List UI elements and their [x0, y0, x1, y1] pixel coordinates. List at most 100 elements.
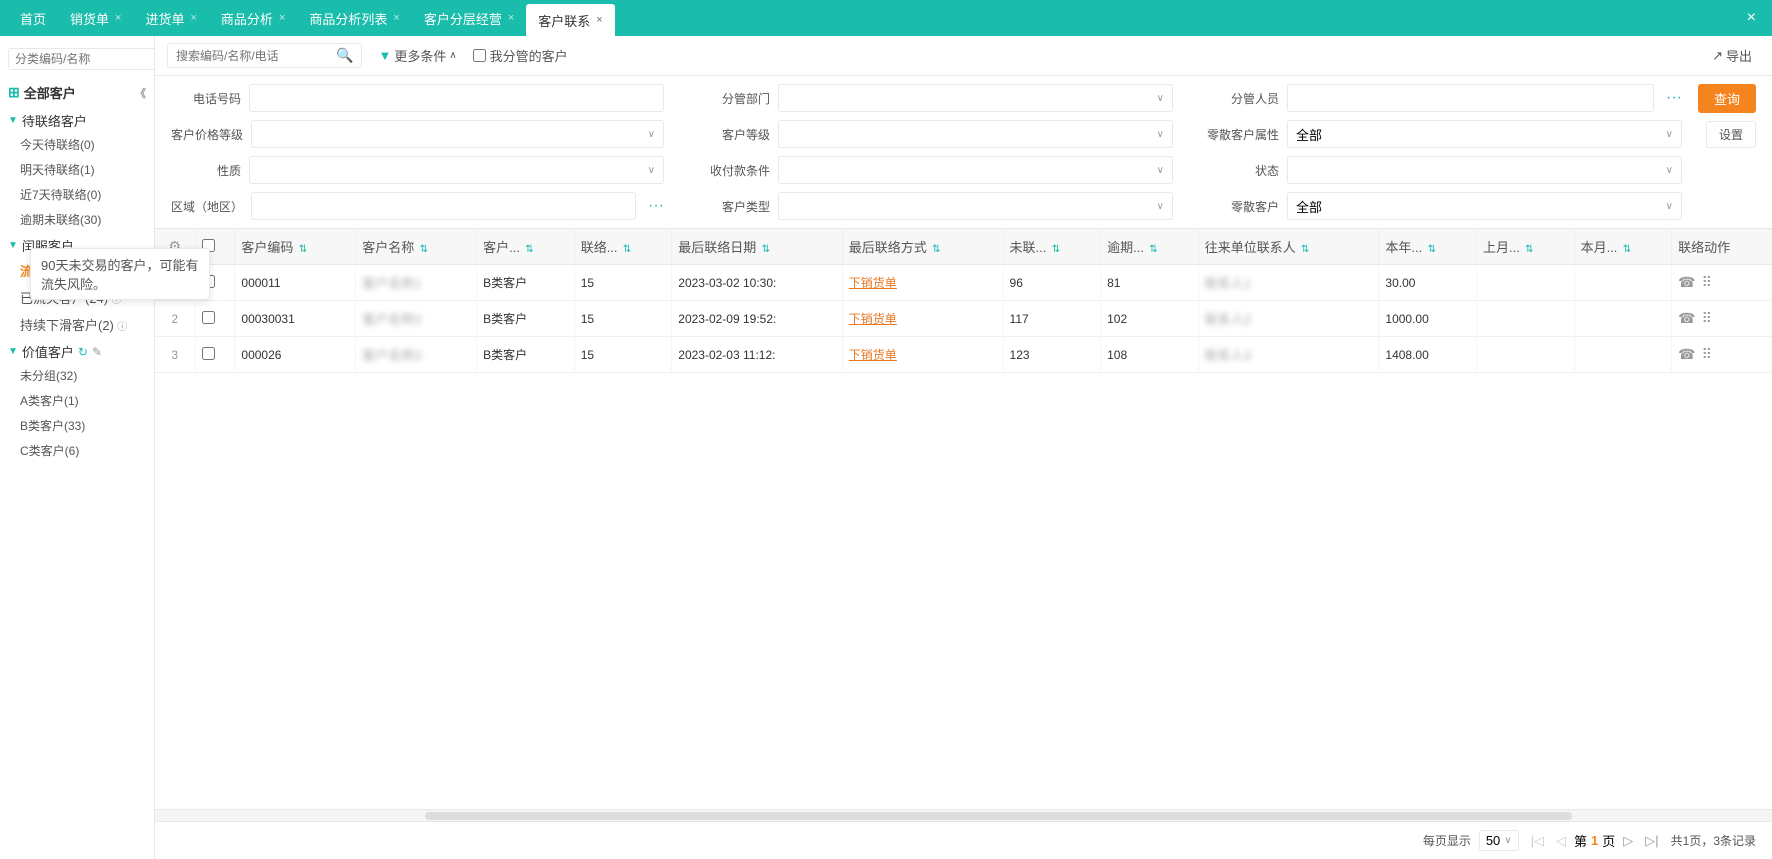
next-page-button[interactable]: ▷: [1619, 831, 1637, 851]
row-select-checkbox[interactable]: [202, 347, 215, 360]
horizontal-scrollbar[interactable]: [155, 809, 1772, 821]
sidebar-item-declining[interactable]: 持续下滑客户(2) ⓘ: [0, 311, 154, 338]
table-row: 1 000011 客户名称1 B类客户 15 2023-03-02 10:30:…: [155, 265, 1772, 301]
region-dots[interactable]: ···: [648, 197, 664, 215]
zero-attr-select[interactable]: 全部 ∨: [1287, 120, 1682, 148]
sidebar-item-today-pending[interactable]: 今天待联络(0): [0, 132, 154, 157]
row-contact: 15: [574, 337, 672, 373]
sidebar-item-tomorrow-pending[interactable]: 明天待联络(1): [0, 157, 154, 182]
nav-purchase-close[interactable]: ×: [190, 12, 196, 24]
nav-customer-segment-close[interactable]: ×: [508, 12, 514, 24]
phone-input[interactable]: [249, 84, 664, 112]
sort-icon-last-date[interactable]: ⇅: [762, 244, 770, 255]
export-button[interactable]: ↗ 导出: [1704, 42, 1760, 69]
nav-purchase[interactable]: 进货单 ×: [133, 0, 208, 36]
nav-product-list-label: 商品分析列表: [309, 9, 387, 28]
nav-customer-segment[interactable]: 客户分层经营 ×: [412, 0, 526, 36]
person-input[interactable]: [1287, 84, 1654, 112]
row-index: 3: [155, 337, 195, 373]
row-last-date: 2023-02-03 11:12:: [672, 337, 843, 373]
status-select[interactable]: ∨: [1287, 156, 1682, 184]
sort-icon-code[interactable]: ⇅: [299, 244, 307, 255]
contact-action-icon[interactable]: ☎: [1678, 310, 1695, 327]
retail-select[interactable]: 全部 ∨: [1287, 192, 1682, 220]
more-action-icon[interactable]: ⠿: [1702, 346, 1712, 363]
sidebar: 🔍 ⊞ 全部客户 《 ▼ 待联络客户 今天待联络(0) 明天待联络(1) 近7天…: [0, 36, 155, 859]
sidebar-all-customers[interactable]: ⊞ 全部客户 《: [0, 78, 154, 107]
more-action-icon[interactable]: ⠿: [1702, 310, 1712, 327]
row-last-method[interactable]: 下销货单: [842, 265, 1003, 301]
my-customers-checkbox[interactable]: [473, 49, 486, 62]
scrollbar-thumb[interactable]: [425, 812, 1572, 820]
filter-search-button[interactable]: 🔍: [336, 47, 353, 64]
person-dots[interactable]: ···: [1666, 89, 1682, 107]
filter-search-input[interactable]: [176, 49, 336, 63]
row-checkbox[interactable]: [195, 337, 235, 373]
sidebar-group-pending-contact[interactable]: ▼ 待联络客户: [0, 107, 154, 132]
sort-icon-name[interactable]: ⇅: [420, 244, 428, 255]
row-checkbox[interactable]: [195, 301, 235, 337]
nav-product-analysis-close[interactable]: ×: [279, 12, 285, 24]
sort-icon-contact[interactable]: ⇅: [623, 244, 631, 255]
row-this-month: [1574, 337, 1672, 373]
first-page-button[interactable]: |◁: [1527, 831, 1548, 851]
sort-icon-this-month[interactable]: ⇅: [1623, 244, 1631, 255]
nav-product-analysis[interactable]: 商品分析 ×: [209, 0, 297, 36]
customer-type-select[interactable]: ∨: [778, 192, 1173, 220]
row-name: 客户名称1: [356, 265, 477, 301]
nav-customer-contact-close[interactable]: ×: [596, 14, 602, 26]
per-page-select[interactable]: 50 ∨: [1479, 830, 1519, 851]
more-action-icon[interactable]: ⠿: [1702, 274, 1712, 291]
region-input[interactable]: [251, 192, 636, 220]
sort-icon-no-contact[interactable]: ⇅: [1052, 244, 1060, 255]
sort-icon-unit-contact[interactable]: ⇅: [1301, 244, 1309, 255]
nav-product-list-close[interactable]: ×: [393, 12, 399, 24]
row-no-contact: 117: [1003, 301, 1101, 337]
dept-label: 分管部门: [680, 90, 770, 107]
nav-sales-close[interactable]: ×: [115, 12, 121, 24]
row-this-year: 1000.00: [1379, 301, 1477, 337]
sort-icon-last-method[interactable]: ⇅: [932, 244, 940, 255]
sidebar-item-class-a[interactable]: A类客户(1): [0, 388, 154, 413]
refresh-icon[interactable]: ↻: [78, 345, 88, 359]
prev-page-button[interactable]: ◁: [1552, 831, 1570, 851]
sidebar-item-class-b[interactable]: B类客户(33): [0, 413, 154, 438]
row-last-method[interactable]: 下销货单: [842, 301, 1003, 337]
sidebar-search-input[interactable]: [8, 48, 155, 70]
contact-action-icon[interactable]: ☎: [1678, 274, 1695, 291]
sort-icon-this-year[interactable]: ⇅: [1428, 244, 1436, 255]
edit-icon[interactable]: ✎: [92, 345, 102, 359]
sort-icon-overdue[interactable]: ⇅: [1149, 244, 1157, 255]
phone-label: 电话号码: [171, 90, 241, 107]
last-page-button[interactable]: ▷|: [1641, 831, 1662, 851]
row-name: 客户名称2: [356, 301, 477, 337]
nav-product-list[interactable]: 商品分析列表 ×: [297, 0, 411, 36]
row-unit-contact: 联系人1: [1198, 265, 1379, 301]
gender-select[interactable]: ∨: [249, 156, 664, 184]
sidebar-group-value[interactable]: ▼ 价值客户 ↻ ✎: [0, 338, 154, 363]
customer-level-select[interactable]: ∨: [778, 120, 1173, 148]
nav-sales[interactable]: 销货单 ×: [58, 0, 133, 36]
more-conditions-button[interactable]: ▼ 更多条件 ∧: [370, 42, 464, 69]
window-close-button[interactable]: ×: [1739, 9, 1764, 27]
contact-action-icon[interactable]: ☎: [1678, 346, 1695, 363]
my-customers-checkbox-label[interactable]: 我分管的客户: [473, 46, 568, 65]
payment-select[interactable]: ∨: [778, 156, 1173, 184]
nav-home[interactable]: 首页: [8, 0, 58, 36]
row-select-checkbox[interactable]: [202, 311, 215, 324]
row-last-method[interactable]: 下销货单: [842, 337, 1003, 373]
price-level-select[interactable]: ∨: [251, 120, 664, 148]
sidebar-item-overdue-pending[interactable]: 逾期未联络(30): [0, 207, 154, 232]
settings-button[interactable]: 设置: [1706, 121, 1756, 148]
sidebar-item-ungrouped[interactable]: 未分组(32): [0, 363, 154, 388]
row-last-month: [1476, 265, 1574, 301]
query-button[interactable]: 查询: [1698, 84, 1756, 113]
sort-icon-last-month[interactable]: ⇅: [1525, 244, 1533, 255]
dept-select[interactable]: ∨: [778, 84, 1173, 112]
nav-customer-contact[interactable]: 客户联系 ×: [526, 4, 614, 36]
row-this-month: [1574, 301, 1672, 337]
sidebar-item-week-pending[interactable]: 近7天待联络(0): [0, 182, 154, 207]
sidebar-item-class-c[interactable]: C类客户(6): [0, 438, 154, 463]
row-no-contact: 96: [1003, 265, 1101, 301]
sort-icon-type[interactable]: ⇅: [525, 244, 533, 255]
